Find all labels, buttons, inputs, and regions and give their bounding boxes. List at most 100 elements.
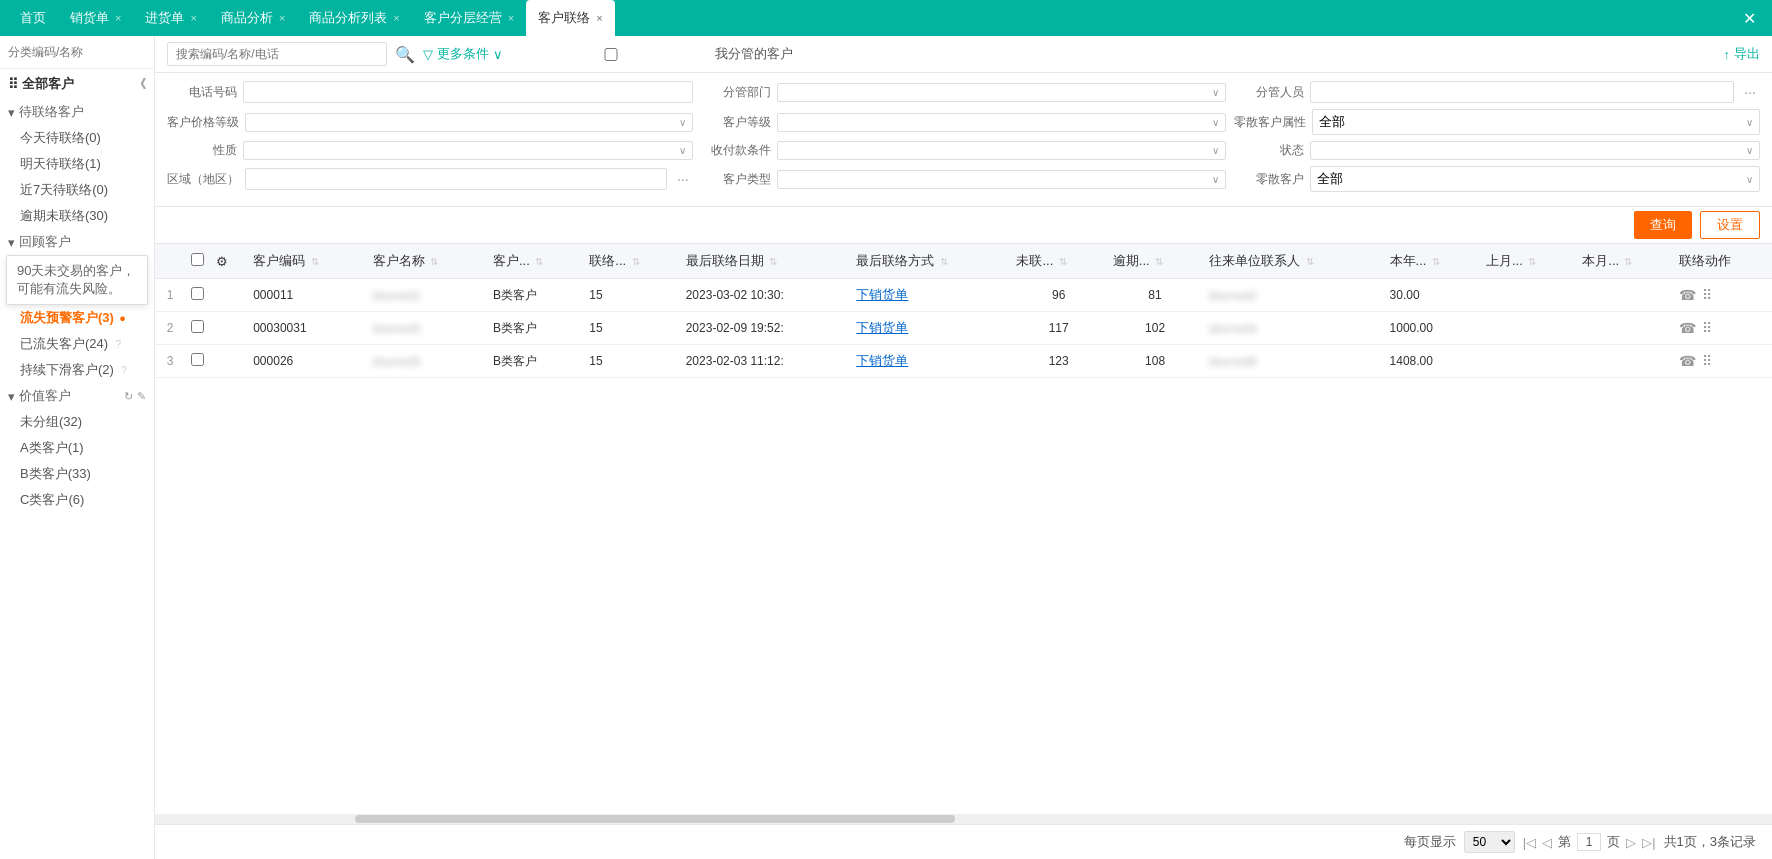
search-input[interactable]: [167, 42, 387, 66]
close-sales-tab[interactable]: ×: [115, 12, 121, 24]
th-unit-contact[interactable]: 往来单位联系人 ⇅: [1203, 244, 1383, 279]
th-overdue[interactable]: 逾期... ⇅: [1107, 244, 1203, 279]
my-customers-checkbox[interactable]: 我分管的客户: [511, 45, 793, 63]
sidebar-item-churn-warning[interactable]: 流失预警客户(3) ●: [0, 305, 154, 331]
sidebar-item-class-c[interactable]: C类客户(6): [0, 487, 154, 513]
person-input[interactable]: [1310, 81, 1734, 103]
row-last-method[interactable]: 下销货单: [850, 312, 1010, 345]
my-customers-check[interactable]: [511, 48, 711, 61]
tab-customer-contact[interactable]: 客户联络 ×: [526, 0, 614, 36]
refresh-icon[interactable]: ↻: [124, 390, 133, 403]
all-customers-header[interactable]: ⠿ 全部客户 《: [0, 69, 154, 99]
prev-page-button[interactable]: ◁: [1542, 835, 1552, 850]
window-close-button[interactable]: ✕: [1735, 9, 1764, 28]
sidebar-item-declining[interactable]: 持续下滑客户(2) ?: [0, 357, 154, 383]
th-no-contact[interactable]: 未联... ⇅: [1010, 244, 1106, 279]
settings-button[interactable]: 设置: [1700, 211, 1760, 239]
table-row: 2 00030031 blurred3 B类客户 15 2023-02-09 1…: [155, 312, 1772, 345]
sidebar-item-ungrouped[interactable]: 未分组(32): [0, 409, 154, 435]
last-page-button[interactable]: ▷|: [1642, 835, 1655, 850]
tab-customer-segment[interactable]: 客户分层经营 ×: [412, 0, 526, 36]
table-container: ⚙ 客户编码 ⇅ 客户名称 ⇅ 客户... ⇅: [155, 244, 1772, 814]
person-more-icon[interactable]: ···: [1740, 84, 1760, 100]
table-settings-icon[interactable]: ⚙: [216, 254, 228, 269]
search-button[interactable]: 🔍: [395, 45, 415, 64]
sidebar-item-7days[interactable]: 近7天待联络(0): [0, 177, 154, 203]
tab-product-analysis-list[interactable]: 商品分析列表 ×: [297, 0, 411, 36]
row-check[interactable]: [185, 279, 210, 312]
more-action-icon-2[interactable]: ⠿: [1702, 353, 1712, 369]
row-last-method[interactable]: 下销货单: [850, 279, 1010, 312]
first-page-button[interactable]: |◁: [1523, 835, 1536, 850]
sidebar-item-overdue[interactable]: 逾期未联络(30): [0, 203, 154, 229]
more-filters-button[interactable]: ▽ 更多条件 ∨: [423, 45, 503, 63]
payment-select[interactable]: ∨: [777, 141, 1227, 160]
per-page-select[interactable]: 50 100 200: [1464, 831, 1515, 853]
sidebar-item-churned[interactable]: 已流失客户(24) ?: [0, 331, 154, 357]
collapse-icon[interactable]: 《: [134, 76, 146, 93]
row-check[interactable]: [185, 312, 210, 345]
toolbar: 🔍 ▽ 更多条件 ∨ 我分管的客户 ↑ 导出: [155, 36, 1772, 73]
sidebar-search-input[interactable]: [8, 45, 155, 59]
th-code[interactable]: 客户编码 ⇅: [247, 244, 367, 279]
sidebar-search: 🔍: [0, 36, 154, 69]
contact-icon-0[interactable]: ☎: [1679, 287, 1696, 303]
th-last-month[interactable]: 上月... ⇅: [1480, 244, 1576, 279]
th-this-year[interactable]: 本年... ⇅: [1384, 244, 1480, 279]
horizontal-scrollbar[interactable]: [155, 814, 1772, 824]
row-code: 00030031: [247, 312, 367, 345]
edit-icon[interactable]: ✎: [137, 390, 146, 403]
row-checkbox-1[interactable]: [191, 320, 204, 333]
th-this-month[interactable]: 本月... ⇅: [1576, 244, 1672, 279]
th-type[interactable]: 客户... ⇅: [487, 244, 583, 279]
row-check[interactable]: [185, 345, 210, 378]
row-checkbox-0[interactable]: [191, 287, 204, 300]
dept-select[interactable]: ∨: [777, 83, 1227, 102]
contact-icon-1[interactable]: ☎: [1679, 320, 1696, 336]
area-more-icon[interactable]: ···: [673, 171, 693, 187]
th-last-method[interactable]: 最后联络方式 ⇅: [850, 244, 1010, 279]
contact-icon-2[interactable]: ☎: [1679, 353, 1696, 369]
sidebar-item-class-a[interactable]: A类客户(1): [0, 435, 154, 461]
tab-purchase[interactable]: 进货单 ×: [133, 0, 208, 36]
select-all-checkbox[interactable]: [191, 253, 204, 266]
close-product-analysis-list-tab[interactable]: ×: [393, 12, 399, 24]
scroll-thumb[interactable]: [355, 815, 955, 823]
value-group-title[interactable]: ▾ 价值客户 ↻ ✎: [0, 383, 154, 409]
th-name[interactable]: 客户名称 ⇅: [367, 244, 487, 279]
row-checkbox-2[interactable]: [191, 353, 204, 366]
retail-attr-select[interactable]: 全部 ∨: [1312, 109, 1760, 135]
current-page[interactable]: 1: [1577, 833, 1601, 851]
chevron-down-icon: ∨: [493, 47, 503, 62]
customer-grade-select[interactable]: ∨: [777, 113, 1227, 132]
sidebar-item-today[interactable]: 今天待联络(0): [0, 125, 154, 151]
area-input[interactable]: [245, 168, 667, 190]
tab-sales[interactable]: 销货单 ×: [58, 0, 133, 36]
status-select[interactable]: ∨: [1310, 141, 1760, 160]
phone-input[interactable]: [243, 81, 693, 103]
sidebar-item-class-b[interactable]: B类客户(33): [0, 461, 154, 487]
more-action-icon-1[interactable]: ⠿: [1702, 320, 1712, 336]
export-button[interactable]: ↑ 导出: [1724, 45, 1761, 63]
th-last-date[interactable]: 最后联络日期 ⇅: [680, 244, 851, 279]
tab-home[interactable]: 首页: [8, 0, 58, 36]
more-action-icon-0[interactable]: ⠿: [1702, 287, 1712, 303]
query-button[interactable]: 查询: [1634, 211, 1692, 239]
close-customer-segment-tab[interactable]: ×: [508, 12, 514, 24]
pending-group-title[interactable]: ▾ 待联络客户: [0, 99, 154, 125]
row-last-method[interactable]: 下销货单: [850, 345, 1010, 378]
th-contact[interactable]: 联络... ⇅: [583, 244, 679, 279]
tab-product-analysis[interactable]: 商品分析 ×: [209, 0, 297, 36]
close-customer-contact-tab[interactable]: ×: [596, 12, 602, 24]
churn-group-title[interactable]: ▾ 回顾客户: [0, 229, 154, 255]
price-grade-select[interactable]: ∨: [245, 113, 693, 132]
close-purchase-tab[interactable]: ×: [190, 12, 196, 24]
sort-unit-contact-icon: ⇅: [1306, 256, 1314, 267]
nature-select[interactable]: ∨: [243, 141, 693, 160]
close-product-analysis-tab[interactable]: ×: [279, 12, 285, 24]
retail-customer-select[interactable]: 全部 ∨: [1310, 166, 1760, 192]
next-page-button[interactable]: ▷: [1626, 835, 1636, 850]
row-contact: 15: [583, 312, 679, 345]
customer-type-select[interactable]: ∨: [777, 170, 1227, 189]
sidebar-item-tomorrow[interactable]: 明天待联络(1): [0, 151, 154, 177]
